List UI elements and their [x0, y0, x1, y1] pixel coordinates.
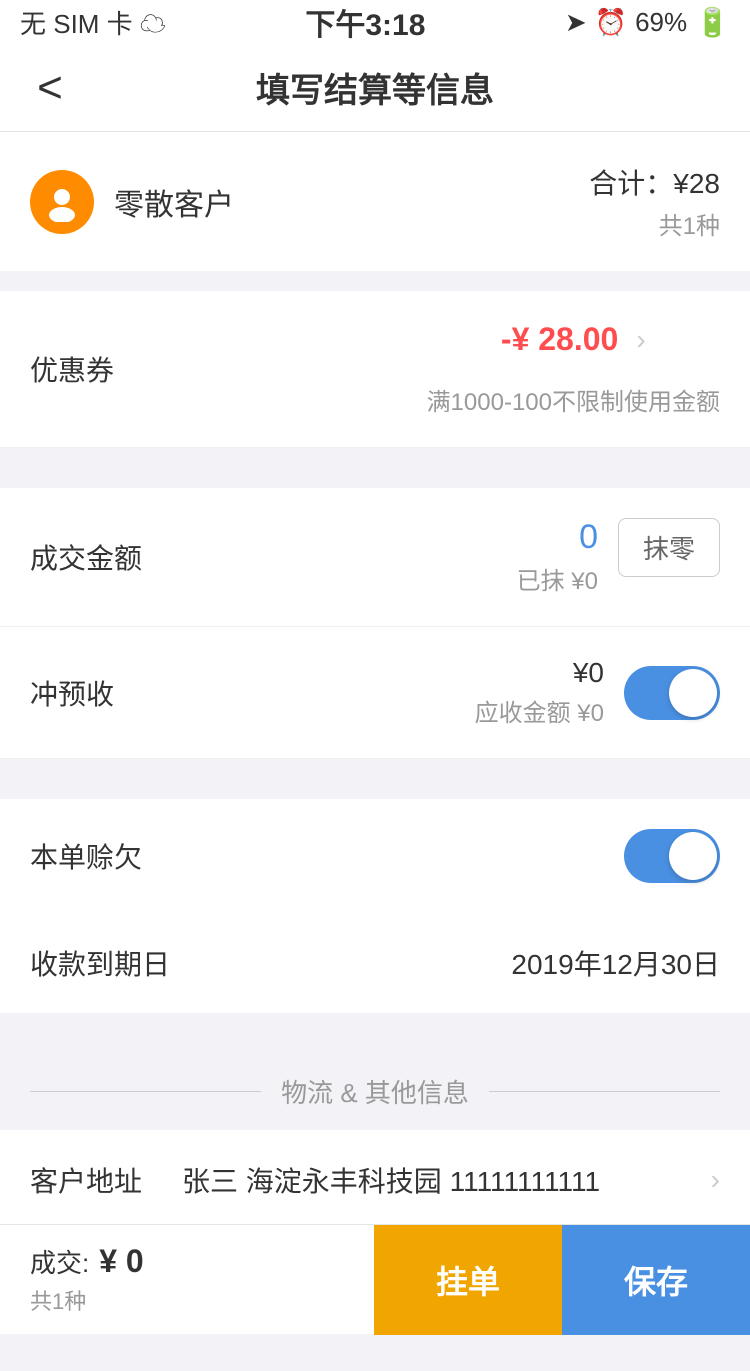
trans-section: 成交金额 0 已抹 ¥0 抹零 冲预收 ¥0 应收金额 ¥0 — [0, 488, 750, 759]
status-left: 无 SIM 卡 ☁ — [20, 4, 166, 41]
alarm-icon: ⏰ — [595, 7, 627, 38]
logistics-header-text: 物流 & 其他信息 — [281, 1073, 469, 1110]
trans-amount-value: 0 — [579, 518, 598, 557]
header-line-right — [489, 1091, 720, 1092]
coupon-section: 优惠券 -¥ 28.00 › 满1000-100不限制使用金额 — [0, 291, 750, 448]
address-value: 张三 海淀永丰科技园 11111111111 — [182, 1160, 661, 1200]
bottom-bar: 成交: ¥ 0 共1种 挂单 保存 — [0, 1224, 750, 1334]
advance-values: ¥0 应收金额 ¥0 — [475, 657, 604, 728]
advance-toggle[interactable] — [624, 666, 720, 720]
back-button[interactable]: < — [20, 58, 80, 118]
advance-row: 冲预收 ¥0 应收金额 ¥0 — [0, 627, 750, 759]
page-title: 填写结算等信息 — [256, 63, 494, 112]
advance-toggle-knob — [669, 669, 717, 717]
header-line-left — [30, 1091, 261, 1092]
divider-1 — [0, 468, 750, 488]
trans-amount-sub: 已抹 ¥0 — [517, 561, 598, 596]
bottom-count: 共1种 — [30, 1284, 344, 1316]
coupon-chevron-icon: › — [636, 324, 645, 356]
logistics-header: 物流 & 其他信息 — [0, 1053, 750, 1130]
due-date-row: 收款到期日 2019年12月30日 — [0, 913, 750, 1013]
coupon-right: -¥ 28.00 › 满1000-100不限制使用金额 — [427, 321, 720, 417]
status-right: ➤ ⏰ 69% 🔋 — [565, 6, 730, 39]
trans-amount-label: 成交金额 — [30, 537, 142, 577]
bottom-left: 成交: ¥ 0 共1种 — [0, 1243, 374, 1316]
coupon-label: 优惠券 — [30, 349, 114, 389]
back-chevron-icon: < — [37, 63, 63, 113]
bottom-trans: 成交: ¥ 0 — [30, 1243, 344, 1280]
main-content: 零散客户 合计：¥28 共1种 优惠券 -¥ 28.00 › 满1000-100… — [0, 132, 750, 1371]
bottom-trans-label: 成交: — [30, 1243, 89, 1280]
arrears-section: 本单赊欠 收款到期日 2019年12月30日 — [0, 799, 750, 1013]
address-row[interactable]: 客户地址 张三 海淀永丰科技园 11111111111 › — [0, 1130, 750, 1231]
trans-amount-row: 成交金额 0 已抹 ¥0 抹零 — [0, 488, 750, 627]
signal-text: 无 SIM 卡 ☁ — [20, 4, 166, 41]
address-section: 客户地址 张三 海淀永丰科技园 11111111111 › — [0, 1130, 750, 1231]
customer-avatar — [30, 170, 94, 234]
address-chevron-icon: › — [711, 1164, 720, 1196]
coupon-discount: -¥ 28.00 — [501, 321, 618, 358]
divider-2 — [0, 779, 750, 799]
battery-text: 69% — [635, 7, 687, 38]
customer-summary: 合计：¥28 共1种 — [589, 162, 720, 241]
trans-amount-right: 0 已抹 ¥0 抹零 — [517, 518, 720, 596]
round-zero-button[interactable]: 抹零 — [618, 518, 720, 577]
arrears-toggle[interactable] — [624, 829, 720, 883]
customer-row[interactable]: 零散客户 合计：¥28 共1种 — [0, 132, 750, 271]
status-bar: 无 SIM 卡 ☁ 下午3:18 ➤ ⏰ 69% 🔋 — [0, 0, 750, 44]
arrears-row: 本单赊欠 — [0, 799, 750, 913]
due-date-label: 收款到期日 — [30, 943, 170, 983]
advance-sub: 应收金额 ¥0 — [475, 693, 604, 728]
advance-right: ¥0 应收金额 ¥0 — [475, 657, 720, 728]
advance-value: ¥0 — [573, 657, 604, 689]
advance-label: 冲预收 — [30, 673, 114, 713]
battery-icon: 🔋 — [695, 6, 730, 39]
bottom-trans-value: ¥ 0 — [99, 1243, 143, 1280]
person-icon — [42, 182, 82, 222]
save-button[interactable]: 保存 — [562, 1225, 750, 1335]
customer-count: 共1种 — [589, 206, 720, 241]
customer-section: 零散客户 合计：¥28 共1种 — [0, 132, 750, 271]
status-time: 下午3:18 — [305, 0, 425, 44]
trans-amount-values: 0 已抹 ¥0 — [517, 518, 598, 596]
divider-3 — [0, 1033, 750, 1053]
address-label: 客户地址 — [30, 1160, 142, 1200]
customer-name: 零散客户 — [114, 180, 234, 224]
nav-bar: < 填写结算等信息 — [0, 44, 750, 132]
hold-button[interactable]: 挂单 — [374, 1225, 562, 1335]
due-date-value: 2019年12月30日 — [511, 943, 720, 983]
arrears-toggle-knob — [669, 832, 717, 880]
customer-total: 合计：¥28 — [589, 162, 720, 202]
location-icon: ➤ — [565, 7, 587, 38]
customer-left: 零散客户 — [30, 170, 234, 234]
arrears-right — [624, 829, 720, 883]
coupon-row[interactable]: 优惠券 -¥ 28.00 › 满1000-100不限制使用金额 — [0, 291, 750, 448]
arrears-label: 本单赊欠 — [30, 836, 142, 876]
coupon-desc: 满1000-100不限制使用金额 — [427, 382, 720, 417]
